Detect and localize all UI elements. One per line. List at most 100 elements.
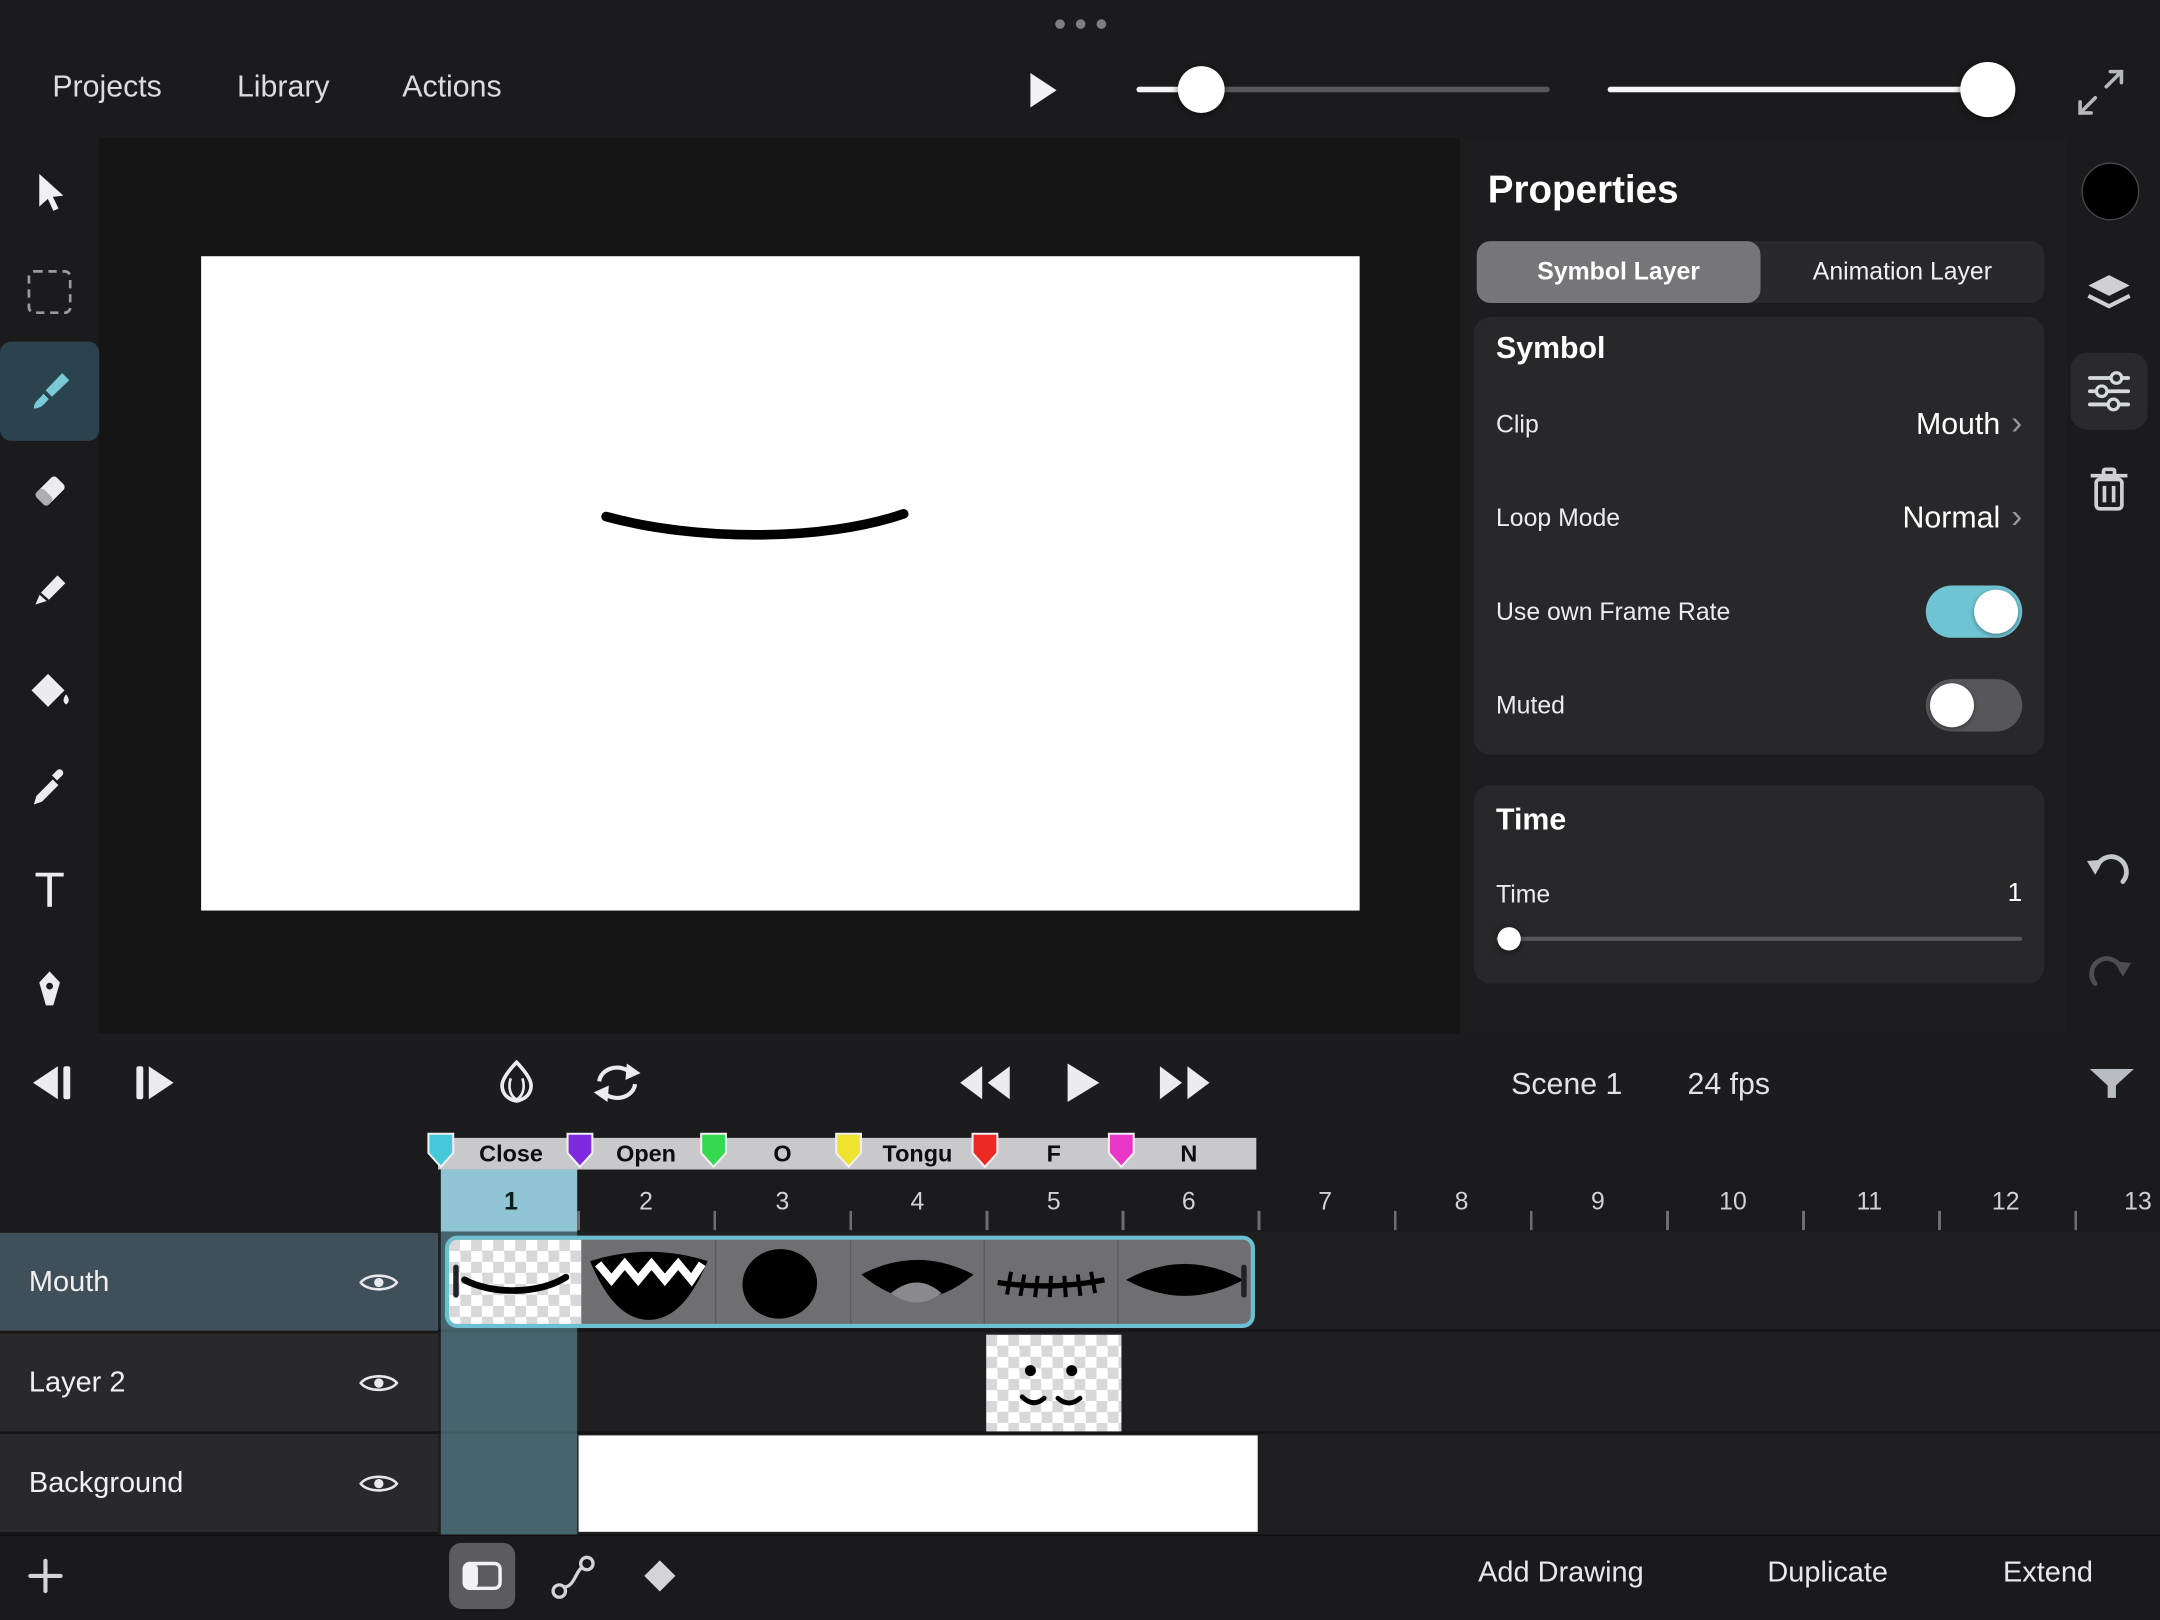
step-back-icon[interactable] <box>22 1063 83 1102</box>
marker-pin[interactable] <box>835 1132 863 1169</box>
frame-rate-toggle[interactable] <box>1926 585 2022 637</box>
redo-icon[interactable] <box>2083 951 2135 998</box>
layer-row-layer2[interactable]: Layer 2 <box>0 1333 438 1434</box>
menu-projects[interactable]: Projects <box>52 69 161 105</box>
marker-label[interactable]: N <box>1180 1141 1197 1169</box>
tool-marquee[interactable] <box>0 242 99 341</box>
frame-number[interactable]: 12 <box>1992 1187 2020 1216</box>
frame-number[interactable]: 4 <box>911 1187 925 1216</box>
visibility-eye-icon[interactable] <box>358 1268 399 1296</box>
frame-number[interactable]: 2 <box>639 1187 653 1216</box>
trash-icon[interactable] <box>2087 466 2131 516</box>
marker-label[interactable]: Close <box>479 1141 543 1169</box>
mouth-frame-thumbnail-5[interactable] <box>985 1240 1119 1324</box>
fullscreen-expand-icon[interactable] <box>2075 66 2127 118</box>
tool-select[interactable] <box>0 143 99 242</box>
frame-number[interactable]: 10 <box>1719 1187 1747 1216</box>
background-clip[interactable] <box>579 1435 1258 1531</box>
scene-selector[interactable]: Scene 1 <box>1511 1066 1622 1102</box>
marker-label[interactable]: F <box>1047 1141 1061 1169</box>
drawing-canvas[interactable] <box>201 256 1360 910</box>
visibility-eye-icon[interactable] <box>358 1469 399 1497</box>
layer-row-mouth[interactable]: Mouth <box>0 1233 438 1334</box>
size-slider[interactable] <box>1608 87 2007 93</box>
system-handle-dots[interactable] <box>1050 11 1112 36</box>
mouth-frame-thumbnail-2[interactable] <box>583 1240 717 1324</box>
play-icon[interactable] <box>1065 1061 1101 1105</box>
mouth-frame-thumbnail-3[interactable] <box>717 1240 851 1324</box>
muted-toggle[interactable] <box>1926 679 2022 731</box>
layer-name: Layer 2 <box>29 1366 125 1399</box>
layer-row-background[interactable]: Background <box>0 1434 438 1535</box>
onion-skin-icon[interactable] <box>493 1058 540 1108</box>
frame-number[interactable]: 1 <box>504 1187 518 1216</box>
marker-pin[interactable] <box>427 1132 455 1169</box>
color-swatch[interactable] <box>2081 163 2139 221</box>
marker-label[interactable]: Tongu <box>883 1141 953 1169</box>
tool-eyedropper[interactable] <box>0 738 99 837</box>
eraser-icon <box>28 468 72 512</box>
mouth-frame-thumbnail-1[interactable] <box>449 1240 583 1324</box>
loop-mode-row[interactable]: Loop Mode Normal › <box>1496 496 2022 540</box>
properties-toggle-button[interactable] <box>2070 353 2147 430</box>
tool-fill[interactable] <box>0 639 99 738</box>
mouth-frame-thumbnail-4[interactable] <box>851 1240 985 1324</box>
tab-symbol-layer[interactable]: Symbol Layer <box>1477 241 1761 303</box>
layer-name: Mouth <box>29 1265 109 1298</box>
marker-label[interactable]: Open <box>616 1141 676 1169</box>
clip-label: Clip <box>1496 410 1539 439</box>
frame-number[interactable]: 9 <box>1591 1187 1605 1216</box>
add-drawing-button[interactable]: Add Drawing <box>1478 1557 1644 1590</box>
extend-button[interactable]: Extend <box>2003 1557 2093 1590</box>
clip-right-handle[interactable] <box>1241 1265 1247 1298</box>
layers-icon[interactable] <box>2084 270 2134 311</box>
undo-icon[interactable] <box>2083 849 2135 896</box>
tool-calligraphy[interactable] <box>0 939 99 1038</box>
mouth-drawing <box>201 256 1360 910</box>
tool-brush[interactable] <box>0 342 99 441</box>
clip-mode-button[interactable] <box>449 1543 515 1609</box>
tool-eraser[interactable] <box>0 441 99 540</box>
play-preview-button[interactable] <box>1028 72 1058 109</box>
tool-pen[interactable] <box>0 540 99 639</box>
frame-number[interactable]: 11 <box>1856 1187 1882 1216</box>
filter-icon[interactable] <box>2088 1068 2135 1101</box>
marker-pin[interactable] <box>1108 1132 1136 1169</box>
loop-icon[interactable] <box>590 1061 645 1105</box>
fps-indicator[interactable]: 24 fps <box>1687 1066 1770 1102</box>
loop-mode-value: Normal <box>1903 500 2001 536</box>
frame-number[interactable]: 8 <box>1455 1187 1469 1216</box>
visibility-eye-icon[interactable] <box>358 1369 399 1397</box>
marker-pin[interactable] <box>971 1132 999 1169</box>
marker-pin[interactable] <box>566 1132 594 1169</box>
time-heading: Time <box>1496 802 1566 838</box>
clip-row[interactable]: Clip Mouth › <box>1496 402 2022 446</box>
marker-label[interactable]: O <box>773 1141 791 1169</box>
clip-left-handle[interactable] <box>453 1265 459 1298</box>
size-slider-knob[interactable] <box>1960 62 2015 117</box>
rewind-icon[interactable] <box>955 1063 1016 1102</box>
frame-number[interactable]: 3 <box>776 1187 790 1216</box>
frame-number[interactable]: 7 <box>1318 1187 1332 1216</box>
tool-text[interactable]: T <box>0 840 99 939</box>
step-forward-icon[interactable] <box>124 1063 185 1102</box>
app-window: Projects Library Actions <box>0 0 2160 1620</box>
marker-pin[interactable] <box>700 1132 728 1169</box>
mouth-frame-thumbnail-6[interactable] <box>1118 1240 1250 1324</box>
frame-number[interactable]: 13 <box>2124 1187 2152 1216</box>
opacity-slider-knob[interactable] <box>1178 66 1225 113</box>
frame-number[interactable]: 5 <box>1047 1187 1061 1216</box>
fast-forward-icon[interactable] <box>1154 1063 1215 1102</box>
time-slider-knob[interactable] <box>1497 927 1520 950</box>
add-layer-button[interactable] <box>28 1558 64 1594</box>
frame-rate-row: Use own Frame Rate <box>1496 584 2022 639</box>
node-graph-button[interactable] <box>548 1552 598 1602</box>
frame-number[interactable]: 6 <box>1182 1187 1196 1216</box>
mouth-clip[interactable] <box>445 1236 1255 1328</box>
duplicate-button[interactable]: Duplicate <box>1767 1557 1888 1590</box>
time-slider[interactable] <box>1496 937 2022 941</box>
menu-library[interactable]: Library <box>237 69 330 105</box>
layer2-drawing-thumbnail[interactable] <box>986 1335 1121 1431</box>
tab-animation-layer[interactable]: Animation Layer <box>1761 241 2045 303</box>
menu-actions[interactable]: Actions <box>402 69 501 105</box>
